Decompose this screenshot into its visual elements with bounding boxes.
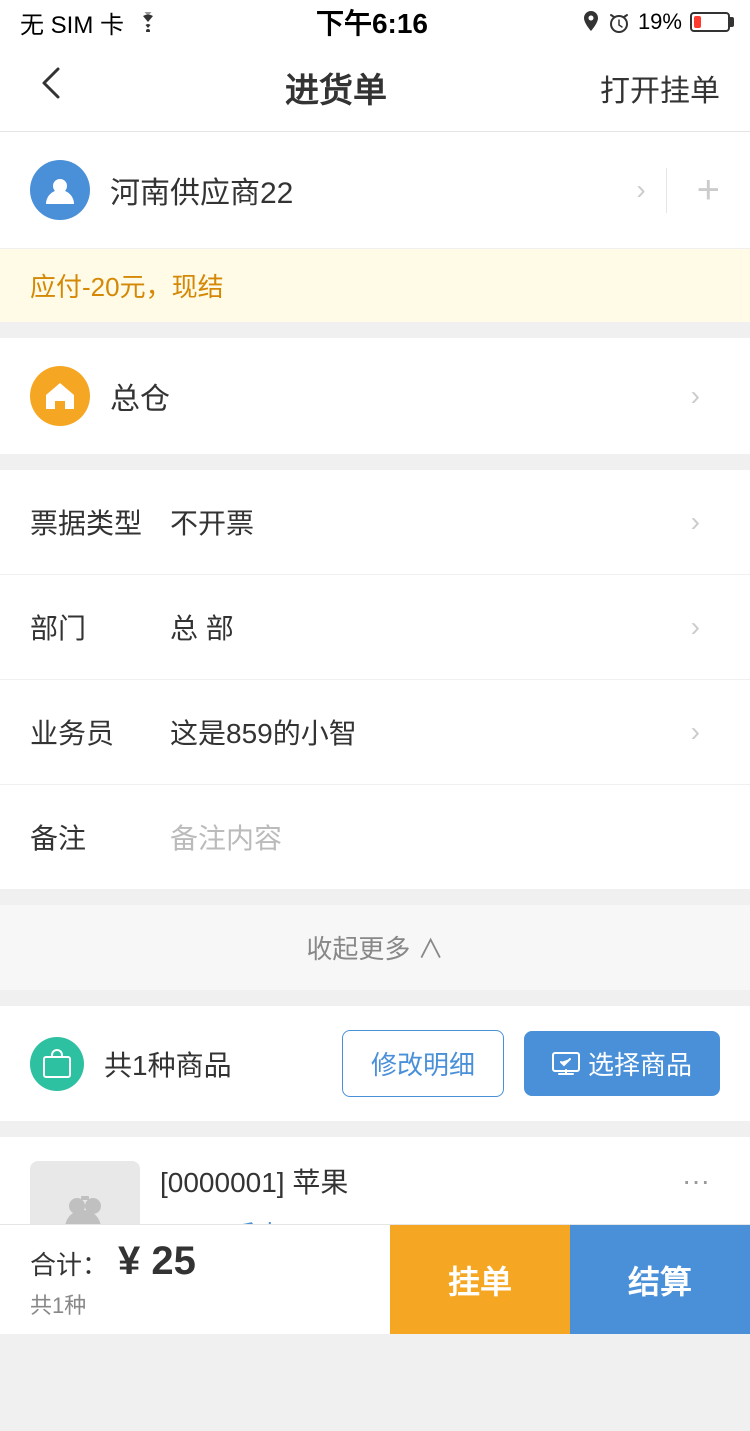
nav-bar: 进货单 打开挂单 bbox=[0, 44, 750, 132]
form-section: 票据类型 不开票 › 部门 总 部 › 业务员 这是859的小智 › 备注 备注… bbox=[0, 470, 750, 889]
invoice-type-row[interactable]: 票据类型 不开票 › bbox=[0, 470, 750, 575]
supplier-row[interactable]: 河南供应商22 › + bbox=[0, 132, 750, 249]
battery-text: 19% bbox=[638, 9, 682, 35]
status-carrier: 无 SIM 卡 bbox=[20, 5, 162, 40]
status-indicators: 19% bbox=[582, 9, 730, 35]
warehouse-icon bbox=[30, 366, 90, 426]
select-product-label: 选择商品 bbox=[588, 1045, 692, 1082]
wifi-icon bbox=[134, 12, 162, 32]
warehouse-chevron: › bbox=[691, 380, 700, 412]
select-product-button[interactable]: 选择商品 bbox=[524, 1031, 720, 1096]
bottom-bar: 合计： ¥ 25 共1种 挂单 结算 bbox=[0, 1224, 750, 1334]
status-time: 下午6:16 bbox=[316, 2, 428, 42]
product-count-label: 共1种商品 bbox=[104, 1044, 322, 1084]
invoice-type-chevron: › bbox=[691, 506, 700, 538]
department-label: 部门 bbox=[30, 607, 150, 647]
status-bar: 无 SIM 卡 下午6:16 19% bbox=[0, 0, 750, 44]
checkout-button[interactable]: 结算 bbox=[570, 1225, 750, 1334]
product-more-button[interactable]: ··· bbox=[672, 1161, 720, 1201]
total-amount: ¥ 25 bbox=[118, 1239, 196, 1284]
salesperson-chevron: › bbox=[691, 716, 700, 748]
edit-detail-button[interactable]: 修改明细 bbox=[342, 1030, 504, 1097]
supplier-name: 河南供应商22 bbox=[110, 168, 636, 212]
supplier-chevron: › bbox=[636, 174, 645, 206]
warehouse-section: 总仓 › bbox=[0, 338, 750, 454]
department-value: 总 部 bbox=[150, 607, 691, 647]
hang-button[interactable]: 挂单 bbox=[390, 1225, 570, 1334]
product-name: [0000001] 苹果 bbox=[160, 1161, 652, 1201]
total-count: 共1种 bbox=[30, 1288, 196, 1320]
add-supplier-button[interactable]: + bbox=[666, 168, 720, 213]
invoice-type-value: 不开票 bbox=[150, 502, 691, 542]
remark-row[interactable]: 备注 备注内容 bbox=[0, 785, 750, 889]
invoice-type-label: 票据类型 bbox=[30, 502, 150, 542]
salesperson-row[interactable]: 业务员 这是859的小智 › bbox=[0, 680, 750, 785]
salesperson-value: 这是859的小智 bbox=[150, 712, 691, 752]
open-hang-button[interactable]: 打开挂单 bbox=[600, 66, 720, 110]
collapse-label: 收起更多 ∧ bbox=[306, 929, 443, 966]
location-icon bbox=[582, 11, 600, 33]
supplier-section: 河南供应商22 › + 应付-20元，现结 bbox=[0, 132, 750, 322]
total-label: 合计： bbox=[30, 1245, 108, 1282]
select-product-icon bbox=[552, 1052, 580, 1076]
payment-notice: 应付-20元，现结 bbox=[0, 249, 750, 322]
alarm-icon bbox=[608, 11, 630, 33]
warehouse-row[interactable]: 总仓 › bbox=[0, 338, 750, 454]
supplier-avatar bbox=[30, 160, 90, 220]
total-area: 合计： ¥ 25 共1种 bbox=[0, 1225, 390, 1334]
back-button[interactable] bbox=[30, 55, 72, 120]
remark-input[interactable]: 备注内容 bbox=[150, 817, 720, 857]
page-title: 进货单 bbox=[285, 63, 387, 112]
carrier-text: 无 SIM 卡 bbox=[20, 5, 124, 40]
department-row[interactable]: 部门 总 部 › bbox=[0, 575, 750, 680]
remark-label: 备注 bbox=[30, 817, 150, 857]
warehouse-name: 总仓 bbox=[110, 374, 691, 418]
product-count-icon bbox=[30, 1037, 84, 1091]
department-chevron: › bbox=[691, 611, 700, 643]
product-header: 共1种商品 修改明细 选择商品 bbox=[0, 1006, 750, 1121]
salesperson-label: 业务员 bbox=[30, 712, 150, 752]
battery-icon bbox=[690, 12, 730, 32]
collapse-row[interactable]: 收起更多 ∧ bbox=[0, 905, 750, 990]
